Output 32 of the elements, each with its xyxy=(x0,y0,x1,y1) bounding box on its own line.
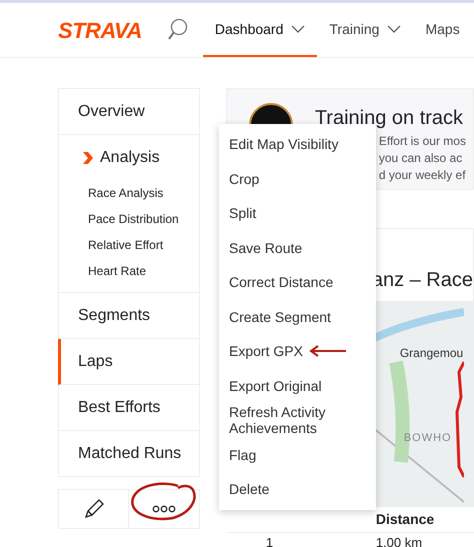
sidebar-subitem[interactable]: Race Analysis xyxy=(59,180,199,206)
sidebar-item[interactable]: Overview xyxy=(59,89,199,134)
map-label: Grangemou xyxy=(400,345,464,362)
nav-tab[interactable]: Training xyxy=(317,3,414,57)
promo-text: Effort is our mos xyxy=(378,133,466,150)
menu-item[interactable]: Edit Map Visibility xyxy=(229,136,338,152)
sidebar-item[interactable]: Best Efforts xyxy=(59,385,199,430)
nav-tab[interactable]: Maps xyxy=(413,3,472,57)
menu-item[interactable]: Refresh Activity Achievements xyxy=(229,404,372,436)
menu-item[interactable]: Export GPX xyxy=(229,343,303,360)
menu-item[interactable]: Delete xyxy=(229,481,270,498)
menu-item[interactable]: Split xyxy=(229,205,256,222)
promo-title: Training on track xyxy=(314,106,464,131)
menu-item[interactable]: Correct Distance xyxy=(229,274,334,290)
table-cell-text: 1 xyxy=(266,534,274,547)
menu-item[interactable]: Flag xyxy=(229,446,256,463)
ellipsis-icon xyxy=(152,505,176,513)
sidebar-subitem[interactable]: Relative Effort xyxy=(59,232,199,258)
sidebar-item[interactable]: Analysis xyxy=(59,135,199,180)
nav-tab[interactable]: Dashboard xyxy=(202,3,318,57)
sidebar-subitem[interactable]: Pace Distribution xyxy=(59,206,199,232)
sidebar-item[interactable]: Segments xyxy=(59,293,199,338)
menu-item[interactable]: Create Segment xyxy=(229,308,331,325)
promo-text: d your weekly ef xyxy=(378,167,466,184)
menu-item[interactable]: Crop xyxy=(229,170,260,187)
promo-text: you can also ac xyxy=(378,150,464,167)
search-icon[interactable] xyxy=(166,18,188,42)
column-header: Distance xyxy=(376,510,434,529)
sidebar-subitem[interactable]: Heart Rate xyxy=(59,258,199,284)
menu-item[interactable]: Save Route xyxy=(229,240,302,256)
sidebar-item[interactable]: Matched Runs xyxy=(59,431,199,476)
menu-item[interactable]: Export Original xyxy=(229,378,322,394)
